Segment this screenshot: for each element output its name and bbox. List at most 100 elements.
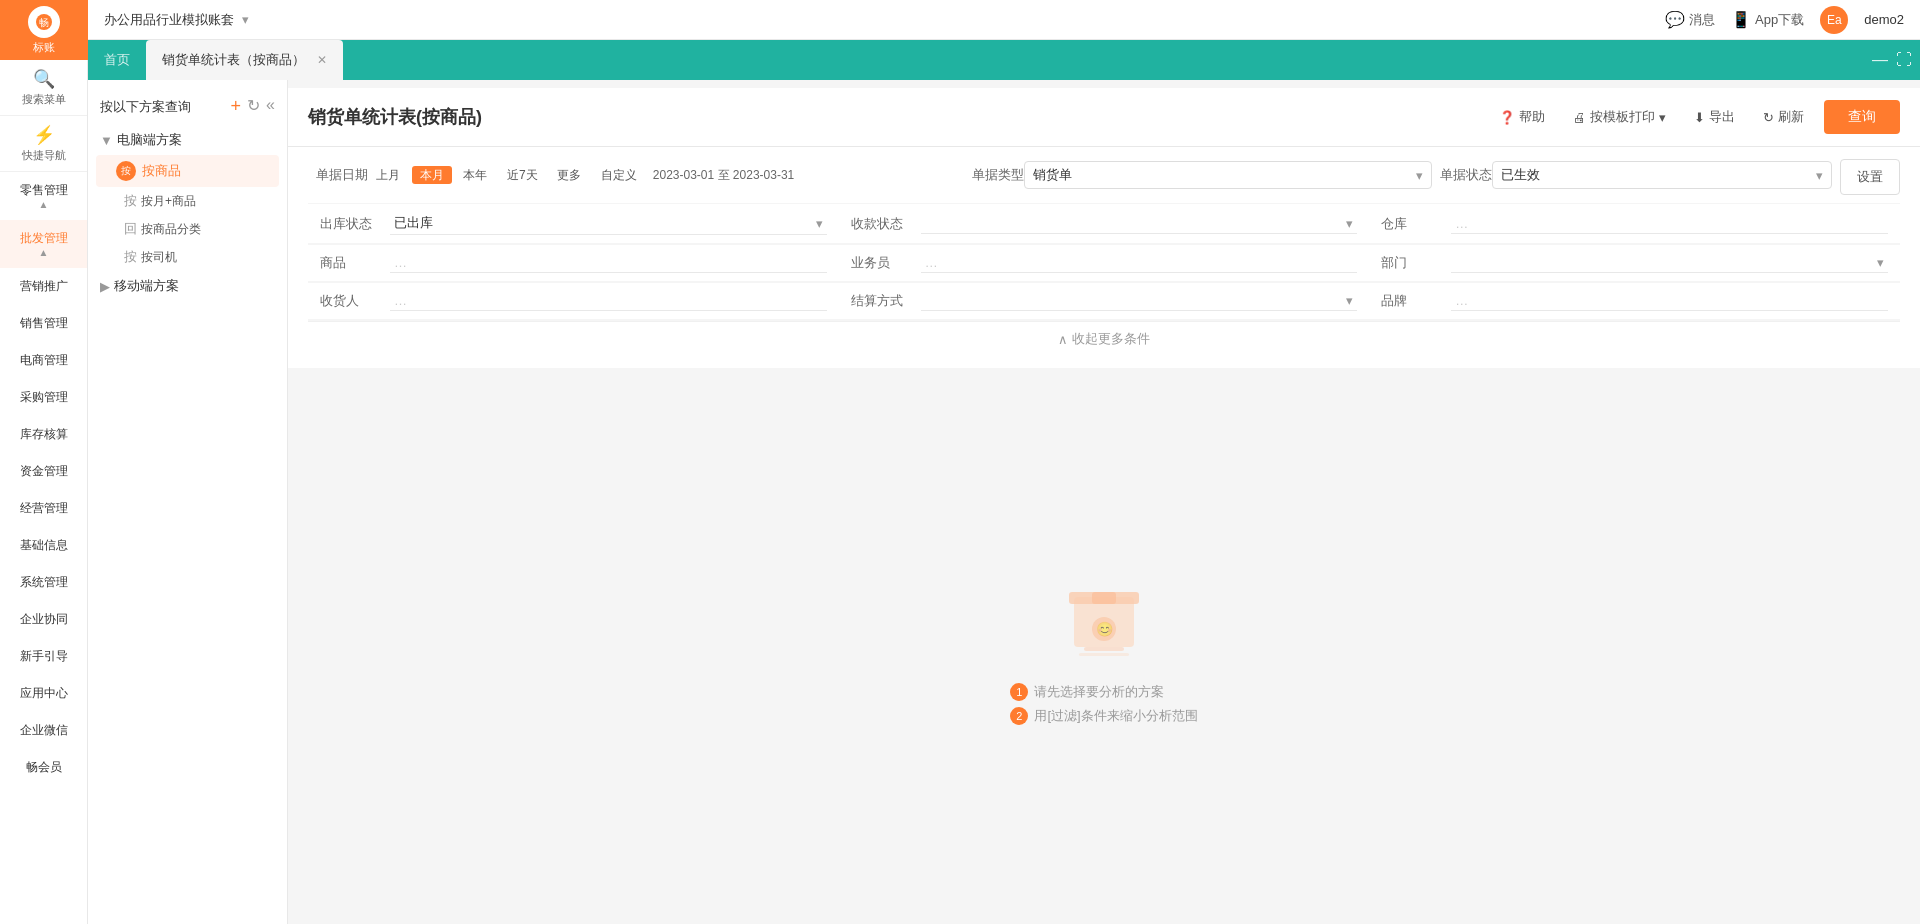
date-tab-this-year[interactable]: 本年 — [455, 166, 495, 184]
sidebar-item-inventory[interactable]: 库存核算 — [0, 416, 87, 453]
sidebar-item-enterprise[interactable]: 企业协同 — [0, 601, 87, 638]
payment-chevron: ▾ — [1346, 293, 1353, 308]
topbar: 办公用品行业模拟账套 ▾ 💬 消息 📱 App下载 Ea demo2 — [88, 0, 1920, 40]
sidebar-item-wechat-label: 企业微信 — [20, 722, 68, 739]
add-scheme-btn[interactable]: + — [231, 96, 242, 117]
sidebar-item-ecommerce[interactable]: 电商管理 — [0, 342, 87, 379]
department-label: 部门 — [1381, 254, 1451, 272]
tab-close-icon[interactable]: ✕ — [317, 53, 327, 67]
date-tab-this-month[interactable]: 本月 — [412, 166, 452, 184]
brand-dots[interactable]: … — [1455, 293, 1468, 308]
sidebar-item-system[interactable]: 系统管理 — [0, 564, 87, 601]
search-menu-label: 搜索菜单 — [22, 92, 66, 107]
collect-status-select[interactable]: ▾ — [921, 214, 1358, 234]
collapse-filters-btn[interactable]: ∧ 收起更多条件 — [308, 321, 1900, 356]
svg-text:畅: 畅 — [39, 17, 49, 28]
department-chevron: ▾ — [1877, 255, 1884, 270]
sidebar-item-retail[interactable]: 零售管理 ▲ — [0, 172, 87, 220]
refresh-scheme-btn[interactable]: ↻ — [247, 96, 260, 117]
sidebar-item-member[interactable]: 畅会员 — [0, 749, 87, 786]
salesperson-cell: 业务员 … — [839, 245, 1370, 282]
mobile-schemes-header[interactable]: ▶ 移动端方案 — [96, 271, 279, 301]
template-print-btn[interactable]: 🖨 按模板打印 ▾ — [1565, 104, 1674, 130]
product-dots[interactable]: … — [394, 255, 407, 270]
sidebar-item-sales[interactable]: 销售管理 — [0, 305, 87, 342]
search-menu-btn[interactable]: 🔍 搜索菜单 — [0, 60, 87, 116]
settings-button[interactable]: 设置 — [1840, 159, 1900, 195]
filter-docstatus-cell: 单据状态 已生效 ▾ 设置 — [1432, 155, 1900, 195]
salesperson-input[interactable]: … — [921, 253, 1358, 273]
brand-input[interactable]: … — [1451, 291, 1888, 311]
sidebar-item-newbie[interactable]: 新手引导 — [0, 638, 87, 675]
sidebar-item-purchase[interactable]: 采购管理 — [0, 379, 87, 416]
desktop-schemes-header[interactable]: ▼ 电脑端方案 — [96, 125, 279, 155]
receiver-input[interactable]: … — [390, 291, 827, 311]
panel-title: 按以下方案查询 — [100, 98, 191, 116]
desktop-schemes-label: 电脑端方案 — [117, 131, 182, 149]
product-input[interactable]: … — [390, 253, 827, 273]
sidebar-item-wholesale[interactable]: 批发管理 ▲ — [0, 220, 87, 268]
filter-date-cell: 单据日期 上月 本月 本年 近7天 更多 自定义 2023-03-01 至 20… — [308, 166, 964, 184]
doc-type-select[interactable]: 销货单 ▾ — [1024, 161, 1432, 189]
logo-icon: 畅 — [28, 6, 60, 38]
tab-maximize-btn[interactable]: ⛶ — [1896, 51, 1912, 69]
tab-sales-stats[interactable]: 销货单统计表（按商品） ✕ — [146, 40, 343, 80]
tree-sub-item-by-driver[interactable]: 按 按司机 — [96, 243, 279, 271]
collapse-panel-btn[interactable]: « — [266, 96, 275, 117]
tab-sales-stats-label: 销货单统计表（按商品） — [162, 51, 305, 69]
date-tab-more[interactable]: 更多 — [549, 166, 589, 184]
filter-area: 单据日期 上月 本月 本年 近7天 更多 自定义 2023-03-01 至 20… — [288, 147, 1920, 368]
user-avatar[interactable]: Ea — [1820, 6, 1848, 34]
sidebar-item-wholesale-label: 批发管理 — [20, 230, 68, 247]
doc-status-select[interactable]: 已生效 ▾ — [1492, 161, 1832, 189]
refresh-btn[interactable]: ↻ 刷新 — [1755, 104, 1812, 130]
receiver-dots[interactable]: … — [394, 293, 407, 308]
help-label: 帮助 — [1519, 108, 1545, 126]
empty-tips: 1 请先选择要分析的方案 2 用[过滤]条件来缩小分析范围 — [1010, 683, 1197, 725]
page-title: 销货单统计表(按商品) — [308, 105, 482, 129]
sidebar: 畅 标账 🔍 搜索菜单 ⚡ 快捷导航 零售管理 ▲ 批发管理 ▲ 营销推广 销售… — [0, 0, 88, 924]
svg-rect-8 — [1079, 653, 1129, 656]
panel-header: 按以下方案查询 + ↻ « — [88, 88, 287, 125]
query-button[interactable]: 查询 — [1824, 100, 1900, 134]
sidebar-item-system-label: 系统管理 — [20, 574, 68, 591]
messages-btn[interactable]: 💬 消息 — [1665, 10, 1715, 29]
tree-sub-item-by-month-product[interactable]: 按 按月+商品 — [96, 187, 279, 215]
tree-sub-item-by-category[interactable]: 回 按商品分类 — [96, 215, 279, 243]
payment-select[interactable]: ▾ — [921, 291, 1358, 311]
date-tab-custom[interactable]: 自定义 — [593, 166, 645, 184]
sidebar-item-operations[interactable]: 经营管理 — [0, 490, 87, 527]
app-download-btn[interactable]: 📱 App下载 — [1731, 10, 1804, 29]
filter-row-3: 商品 … 业务员 … 部门 — [308, 245, 1900, 283]
salesperson-dots[interactable]: … — [925, 255, 938, 270]
by-product-label: 按商品 — [142, 162, 181, 180]
receiver-label: 收货人 — [320, 292, 390, 310]
date-tab-last-7[interactable]: 近7天 — [499, 166, 546, 184]
tab-home[interactable]: 首页 — [88, 40, 146, 80]
tree-item-by-product[interactable]: 按 按商品 — [96, 155, 279, 187]
out-status-select[interactable]: 已出库 ▾ — [390, 212, 827, 235]
sidebar-item-retail-arrow: ▲ — [39, 199, 49, 210]
warehouse-input[interactable]: … — [1451, 214, 1888, 234]
sidebar-item-wholesale-arrow: ▲ — [39, 247, 49, 258]
department-select[interactable]: ▾ — [1451, 253, 1888, 273]
sidebar-item-wechat[interactable]: 企业微信 — [0, 712, 87, 749]
export-btn[interactable]: ⬇ 导出 — [1686, 104, 1743, 130]
sidebar-item-basic[interactable]: 基础信息 — [0, 527, 87, 564]
svg-text:😊: 😊 — [1096, 621, 1114, 638]
main-area: 办公用品行业模拟账套 ▾ 💬 消息 📱 App下载 Ea demo2 首页 销货… — [88, 0, 1920, 924]
tab-minimize-btn[interactable]: — — [1872, 51, 1888, 69]
quick-nav-btn[interactable]: ⚡ 快捷导航 — [0, 116, 87, 172]
topbar-dropdown-icon[interactable]: ▾ — [242, 12, 249, 27]
warehouse-dots[interactable]: … — [1455, 216, 1468, 231]
sidebar-item-marketing[interactable]: 营销推广 — [0, 268, 87, 305]
sidebar-item-finance[interactable]: 资金管理 — [0, 453, 87, 490]
date-tabs: 上月 本月 本年 近7天 更多 自定义 — [368, 167, 645, 184]
sidebar-item-apps[interactable]: 应用中心 — [0, 675, 87, 712]
content: 按以下方案查询 + ↻ « ▼ 电脑端方案 按 按商品 按 按月 — [88, 80, 1920, 924]
tab-bar-actions: — ⛶ — [1872, 51, 1920, 69]
topbar-industry-title: 办公用品行业模拟账套 — [104, 11, 234, 29]
help-btn[interactable]: ❓ 帮助 — [1491, 104, 1553, 130]
sidebar-logo[interactable]: 畅 标账 — [0, 0, 88, 60]
date-tab-last-month[interactable]: 上月 — [368, 166, 408, 184]
